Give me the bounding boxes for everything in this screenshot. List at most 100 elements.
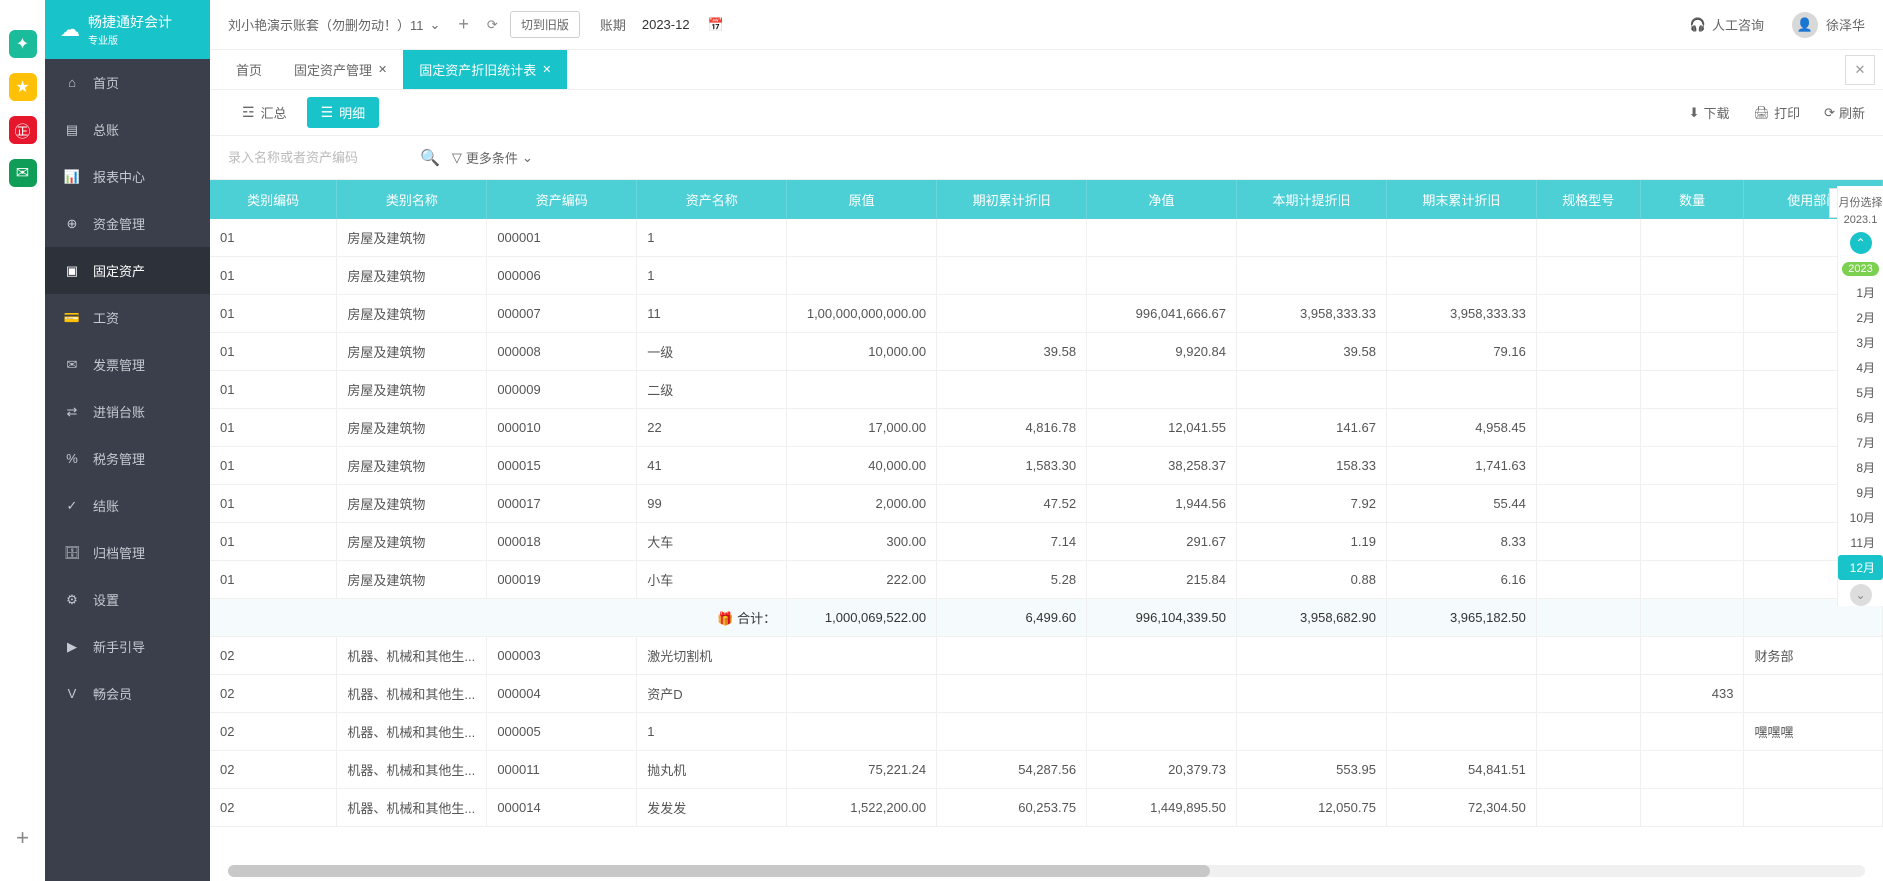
more-conditions-button[interactable]: ▽ 更多条件 ⌄ (452, 148, 533, 167)
sidebar-item-asset[interactable]: ▣固定资产 (45, 247, 210, 294)
home-icon: ⌂ (63, 75, 81, 90)
sidebar-item-close[interactable]: ✓结账 (45, 482, 210, 529)
user-info[interactable]: 👤 徐泽华 (1792, 12, 1865, 38)
gift-icon: 🎁 (717, 611, 733, 626)
month-item[interactable]: 9月 (1838, 480, 1883, 505)
sidebar-item-tax[interactable]: %税务管理 (45, 435, 210, 482)
sidebar-item-archive[interactable]: 🗄归档管理 (45, 529, 210, 576)
table-row[interactable]: 01 房屋及建筑物 000006 1 (210, 257, 1883, 295)
sidebar: ☁ 畅捷通好会计 专业版 ⌂首页 ▤ 总账 📊报表中心⊕资金管理▣固定资产💳工资✉发票… (45, 0, 210, 881)
sidebar-item-salary[interactable]: 💳工资 (45, 294, 210, 341)
refresh-account-icon[interactable]: ⟳ (487, 17, 498, 33)
search-input[interactable] (228, 150, 408, 165)
quick-icon-app[interactable]: ✦ (9, 30, 37, 58)
table-row[interactable]: 02 机器、机械和其他生... 000004 资产D 433 (210, 675, 1883, 713)
close-all-tabs-button[interactable]: ✕ (1845, 55, 1875, 85)
quick-icon-favorites[interactable]: ★ (9, 73, 37, 101)
quick-add-icon[interactable]: + (16, 825, 29, 851)
quick-icon-weibo[interactable]: ㊣ (9, 116, 37, 144)
tab-close-icon[interactable]: ✕ (542, 63, 551, 76)
calendar-icon[interactable]: 📅 (708, 17, 724, 33)
table-row[interactable]: 01 房屋及建筑物 000009 二级 (210, 371, 1883, 409)
consult-label: 人工咨询 (1712, 15, 1764, 34)
sidebar-item-vip[interactable]: V畅会员 (45, 670, 210, 717)
table-row[interactable]: 02 机器、机械和其他生... 000014 发发发 1,522,200.00 … (210, 789, 1883, 827)
account-name: 刘小艳演示账套（勿删勿动！）11 (228, 15, 424, 34)
download-button[interactable]: ⬇ 下载 (1689, 103, 1730, 122)
print-button[interactable]: 🖨 打印 (1754, 103, 1801, 122)
sidebar-item-label: 归档管理 (93, 543, 145, 562)
manual-consult-button[interactable]: 🎧 人工咨询 (1690, 15, 1764, 34)
quick-icon-mail[interactable]: ✉ (9, 159, 37, 187)
table-row[interactable]: 01 房屋及建筑物 000001 1 (210, 219, 1883, 257)
month-item[interactable]: 10月 (1838, 505, 1883, 530)
tab[interactable]: 固定资产折旧统计表✕ (403, 50, 567, 89)
year-badge[interactable]: 2023 (1842, 262, 1878, 276)
sidebar-item-label: 总账 (93, 120, 119, 139)
refresh-button[interactable]: ⟳ 刷新 (1824, 103, 1865, 122)
sidebar-item-settings[interactable]: ⚙设置 (45, 576, 210, 623)
table-row[interactable]: 01 房屋及建筑物 000019 小车 222.00 5.28 215.84 0… (210, 561, 1883, 599)
month-item[interactable]: 1月 (1838, 280, 1883, 305)
month-item[interactable]: 4月 (1838, 355, 1883, 380)
scrollbar-thumb[interactable] (228, 865, 1210, 877)
sidebar-item-report[interactable]: 📊报表中心 (45, 153, 210, 200)
download-icon: ⬇ (1689, 105, 1700, 121)
table-row[interactable]: 02 机器、机械和其他生... 000003 激光切割机 财务部 (210, 637, 1883, 675)
avatar: 👤 (1792, 12, 1818, 38)
table-row[interactable]: 01 房屋及建筑物 000018 大车 300.00 7.14 291.67 1… (210, 523, 1883, 561)
salary-icon: 💳 (63, 310, 81, 326)
period-value: 2023-12 (642, 17, 690, 32)
account-select[interactable]: 刘小艳演示账套（勿删勿动！）11 ⌄ (228, 15, 440, 34)
column-header: 资产编码 (487, 180, 637, 219)
month-item[interactable]: 8月 (1838, 455, 1883, 480)
app-name: 畅捷通好会计 (88, 14, 172, 30)
main-content: 刘小艳演示账套（勿删勿动！）11 ⌄ + ⟳ 切到旧版 账期 2023-12 📅… (210, 0, 1883, 881)
month-item[interactable]: 11月 (1838, 530, 1883, 555)
stock-icon: ⇄ (63, 404, 81, 420)
add-account-button[interactable]: + (452, 14, 475, 35)
sidebar-item-label: 设置 (93, 590, 119, 609)
month-panel-year-short: 2023.1 (1844, 212, 1878, 228)
app-logo: ☁ 畅捷通好会计 专业版 (45, 0, 210, 59)
month-scroll-down-button[interactable]: ⌄ (1850, 584, 1872, 606)
table-row[interactable]: 🎁合计： 1,000,069,522.00 6,499.60 996,104,3… (210, 599, 1883, 637)
sidebar-item-label: 发票管理 (93, 355, 145, 374)
month-item[interactable]: 6月 (1838, 405, 1883, 430)
month-item[interactable]: 12月 (1838, 555, 1883, 580)
layers-icon: ☲ (242, 104, 255, 121)
month-item[interactable]: 7月 (1838, 430, 1883, 455)
list-icon: ☰ (321, 104, 334, 121)
month-item[interactable]: 5月 (1838, 380, 1883, 405)
switch-old-version-button[interactable]: 切到旧版 (510, 11, 580, 38)
table-row[interactable]: 02 机器、机械和其他生... 000011 抛丸机 75,221.24 54,… (210, 751, 1883, 789)
table-row[interactable]: 01 房屋及建筑物 000015 41 40,000.00 1,583.30 3… (210, 447, 1883, 485)
sidebar-item-fund[interactable]: ⊕资金管理 (45, 200, 210, 247)
tab-close-icon[interactable]: ✕ (378, 63, 387, 76)
tab-label: 固定资产管理 (294, 60, 372, 79)
tab[interactable]: 固定资产管理 ✕ (278, 50, 403, 89)
filter-icon: ▽ (452, 150, 462, 166)
table-row[interactable]: 01 房屋及建筑物 000017 99 2,000.00 47.52 1,944… (210, 485, 1883, 523)
table-row[interactable]: 01 房屋及建筑物 000008 一级 10,000.00 39.58 9,92… (210, 333, 1883, 371)
view-detail-tab[interactable]: ☰ 明细 (307, 97, 380, 128)
tab[interactable]: 首页 (220, 50, 278, 89)
month-item[interactable]: 2月 (1838, 305, 1883, 330)
view-summary-tab[interactable]: ☲ 汇总 (228, 97, 301, 128)
search-icon[interactable]: 🔍 (420, 148, 440, 168)
sidebar-item-guide[interactable]: ▶新手引导 (45, 623, 210, 670)
sidebar-item-stock[interactable]: ⇄进销台账 (45, 388, 210, 435)
horizontal-scrollbar[interactable] (228, 865, 1865, 877)
table-row[interactable]: 01 房屋及建筑物 000007 11 1,00,000,000,000.00 … (210, 295, 1883, 333)
table-row[interactable]: 02 机器、机械和其他生... 000005 1 嘿嘿嘿 (210, 713, 1883, 751)
sidebar-item-ledger[interactable]: ▤ 总账 (45, 106, 210, 153)
sidebar-item-home[interactable]: ⌂首页 (45, 59, 210, 106)
column-header: 期初累计折旧 (937, 180, 1087, 219)
ledger-icon: ▤ (63, 122, 81, 138)
sidebar-item-label: 税务管理 (93, 449, 145, 468)
depreciation-table: 类别编码类别名称资产编码资产名称原值期初累计折旧净值本期计提折旧期末累计折旧规格… (210, 180, 1883, 827)
month-item[interactable]: 3月 (1838, 330, 1883, 355)
month-scroll-up-button[interactable]: ⌃ (1850, 232, 1872, 254)
table-row[interactable]: 01 房屋及建筑物 000010 22 17,000.00 4,816.78 1… (210, 409, 1883, 447)
sidebar-item-invoice[interactable]: ✉发票管理 (45, 341, 210, 388)
